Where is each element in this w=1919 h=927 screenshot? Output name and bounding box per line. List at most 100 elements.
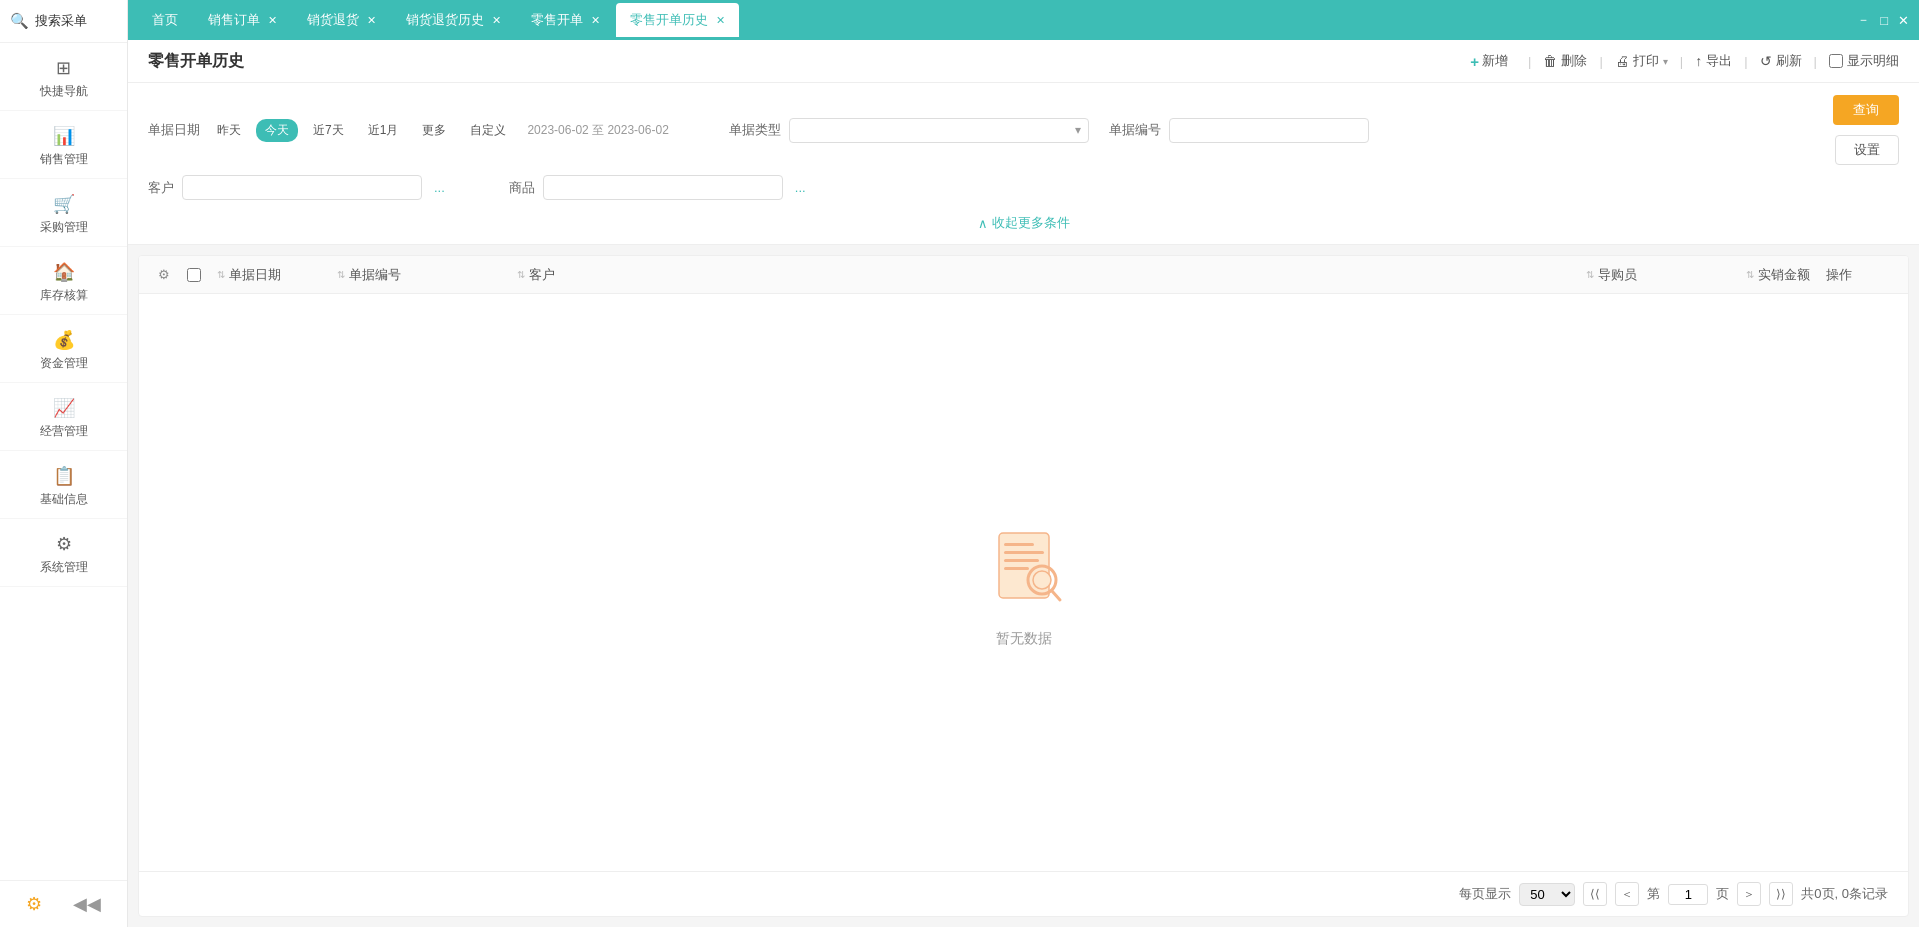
- sidebar-item-inventory[interactable]: 🏠 库存核算: [0, 247, 127, 315]
- sidebar-item-system[interactable]: ⚙ 系统管理: [0, 519, 127, 587]
- sidebar-bottom: ⚙ ◀◀: [0, 880, 127, 927]
- close-sales-return-history-icon[interactable]: ✕: [492, 14, 501, 27]
- date-shortcuts: 昨天 今天 近7天 近1月 更多 自定义 2023-06-02 至 2023-0…: [208, 119, 669, 142]
- nav-tab-retail-open-history[interactable]: 零售开单历史 ✕: [616, 3, 739, 37]
- search-icon: 🔍: [10, 12, 29, 30]
- nav-tab-home[interactable]: 首页: [138, 3, 192, 37]
- add-button[interactable]: + 新增: [1462, 48, 1516, 74]
- col-header-amount[interactable]: ⇅ 实销金额: [1698, 266, 1818, 284]
- window-close-icon[interactable]: ✕: [1898, 13, 1909, 28]
- type-select[interactable]: [789, 118, 1089, 143]
- toolbar: 零售开单历史 + 新增 | 🗑 删除 | 🖨 打印 ▾ | ↑ 导出 |: [128, 40, 1919, 83]
- date-btn-7days[interactable]: 近7天: [304, 119, 353, 142]
- refresh-icon: ↺: [1760, 53, 1772, 69]
- page-first-button[interactable]: ⟨⟨: [1583, 882, 1607, 906]
- export-button[interactable]: ↑ 导出: [1695, 52, 1732, 70]
- query-button[interactable]: 查询: [1833, 95, 1899, 125]
- settings-gear-icon[interactable]: ⚙: [26, 893, 42, 915]
- purchase-icon: 🛒: [53, 193, 75, 215]
- product-input[interactable]: [543, 175, 783, 200]
- page-number-input[interactable]: [1668, 884, 1708, 905]
- customer-label: 客户: [148, 179, 174, 197]
- col-amount-label: 实销金额: [1758, 266, 1810, 284]
- toolbar-actions: + 新增 | 🗑 删除 | 🖨 打印 ▾ | ↑ 导出 | ↺ 刷新: [1462, 48, 1899, 74]
- sidebar-item-quick-nav[interactable]: ⊞ 快捷导航: [0, 43, 127, 111]
- svg-line-7: [1052, 591, 1060, 600]
- number-input[interactable]: [1169, 118, 1369, 143]
- refresh-button[interactable]: ↺ 刷新: [1760, 52, 1802, 70]
- maximize-icon[interactable]: □: [1880, 13, 1888, 28]
- page-next-button[interactable]: ＞: [1737, 882, 1761, 906]
- select-all-checkbox[interactable]: [187, 268, 201, 282]
- sidebar-item-label: 采购管理: [40, 219, 88, 236]
- sidebar-item-sales[interactable]: 📊 销售管理: [0, 111, 127, 179]
- collapse-filter-button[interactable]: ∧ 收起更多条件: [148, 210, 1899, 236]
- sidebar-item-basic[interactable]: 📋 基础信息: [0, 451, 127, 519]
- col-guide-sort-icon: ⇅: [1586, 269, 1594, 280]
- col-header-customer[interactable]: ⇅ 客户: [509, 266, 1578, 284]
- sidebar-item-label: 库存核算: [40, 287, 88, 304]
- display-detail-label: 显示明细: [1847, 52, 1899, 70]
- customer-ellipsis-button[interactable]: ...: [430, 180, 449, 195]
- date-btn-yesterday[interactable]: 昨天: [208, 119, 250, 142]
- top-nav: 首页 销售订单 ✕ 销货退货 ✕ 销货退货历史 ✕ 零售开单 ✕ 零售开单历史 …: [128, 0, 1919, 40]
- sidebar-search[interactable]: 🔍 搜索采单: [0, 0, 127, 43]
- nav-tab-sales-return-history[interactable]: 销货退货历史 ✕: [392, 3, 515, 37]
- close-sales-return-icon[interactable]: ✕: [367, 14, 376, 27]
- close-retail-open-history-icon[interactable]: ✕: [716, 14, 725, 27]
- col-header-date[interactable]: ⇅ 单据日期: [209, 266, 329, 284]
- content-area: ⚙ ⇅ 单据日期 ⇅ 单据编号 ⇅ 客户 ⇅ 导购员 ⇅ 实销金额: [138, 255, 1909, 917]
- page-size-select[interactable]: 10 20 50 100: [1519, 883, 1575, 906]
- page-prev-button[interactable]: ＜: [1615, 882, 1639, 906]
- total-info: 共0页, 0条记录: [1801, 885, 1888, 903]
- date-label: 单据日期: [148, 121, 200, 139]
- nav-tab-retail-open[interactable]: 零售开单 ✕: [517, 3, 614, 37]
- page-last-button[interactable]: ⟩⟩: [1769, 882, 1793, 906]
- sidebar-item-label: 资金管理: [40, 355, 88, 372]
- sales-icon: 📊: [53, 125, 75, 147]
- sidebar-item-label: 系统管理: [40, 559, 88, 576]
- date-btn-custom[interactable]: 自定义: [461, 119, 515, 142]
- collapse-up-icon: ∧: [978, 216, 988, 231]
- sidebar-collapse-icon[interactable]: ◀◀: [73, 893, 101, 915]
- pagination: 每页显示 10 20 50 100 ⟨⟨ ＜ 第 页 ＞ ⟩⟩ 共0页, 0条记…: [139, 871, 1908, 916]
- sidebar: 🔍 搜索采单 ⊞ 快捷导航 📊 销售管理 🛒 采购管理 🏠 库存核算 💰 资金管…: [0, 0, 128, 927]
- filter-area: 单据日期 昨天 今天 近7天 近1月 更多 自定义 2023-06-02 至 2…: [128, 83, 1919, 245]
- quick-nav-icon: ⊞: [56, 57, 71, 79]
- sidebar-item-label: 基础信息: [40, 491, 88, 508]
- nav-tab-home-label: 首页: [152, 11, 178, 29]
- filter-row-1: 单据日期 昨天 今天 近7天 近1月 更多 自定义 2023-06-02 至 2…: [148, 95, 1899, 165]
- add-icon: +: [1470, 53, 1479, 70]
- date-btn-more[interactable]: 更多: [413, 119, 455, 142]
- customer-input[interactable]: [182, 175, 422, 200]
- nav-tab-sales-order[interactable]: 销售订单 ✕: [194, 3, 291, 37]
- refresh-label: 刷新: [1776, 52, 1802, 70]
- type-label: 单据类型: [729, 121, 781, 139]
- svg-rect-3: [1004, 559, 1039, 562]
- print-dropdown-icon: ▾: [1663, 56, 1668, 67]
- product-ellipsis-button[interactable]: ...: [791, 180, 810, 195]
- sidebar-item-finance[interactable]: 💰 资金管理: [0, 315, 127, 383]
- close-sales-order-icon[interactable]: ✕: [268, 14, 277, 27]
- col-header-guide[interactable]: ⇅ 导购员: [1578, 266, 1698, 284]
- print-button[interactable]: 🖨 打印 ▾: [1615, 52, 1668, 70]
- display-detail-checkbox[interactable]: [1829, 54, 1843, 68]
- minimize-icon[interactable]: －: [1857, 11, 1870, 29]
- column-settings-button[interactable]: ⚙: [149, 267, 179, 282]
- nav-tab-sales-return[interactable]: 销货退货 ✕: [293, 3, 390, 37]
- display-detail-button[interactable]: 显示明细: [1829, 52, 1899, 70]
- add-label: 新增: [1482, 52, 1508, 70]
- close-retail-open-icon[interactable]: ✕: [591, 14, 600, 27]
- export-icon: ↑: [1695, 53, 1702, 69]
- empty-text: 暂无数据: [996, 630, 1052, 648]
- date-btn-today[interactable]: 今天: [256, 119, 298, 142]
- col-header-number[interactable]: ⇅ 单据编号: [329, 266, 509, 284]
- filter-settings-button[interactable]: 设置: [1835, 135, 1899, 165]
- delete-button[interactable]: 🗑 删除: [1543, 52, 1587, 70]
- sidebar-item-operations[interactable]: 📈 经营管理: [0, 383, 127, 451]
- date-btn-1month[interactable]: 近1月: [359, 119, 408, 142]
- sidebar-item-purchase[interactable]: 🛒 采购管理: [0, 179, 127, 247]
- main-content: 首页 销售订单 ✕ 销货退货 ✕ 销货退货历史 ✕ 零售开单 ✕ 零售开单历史 …: [128, 0, 1919, 927]
- type-select-wrapper: [789, 118, 1089, 143]
- col-header-action: 操作: [1818, 266, 1898, 284]
